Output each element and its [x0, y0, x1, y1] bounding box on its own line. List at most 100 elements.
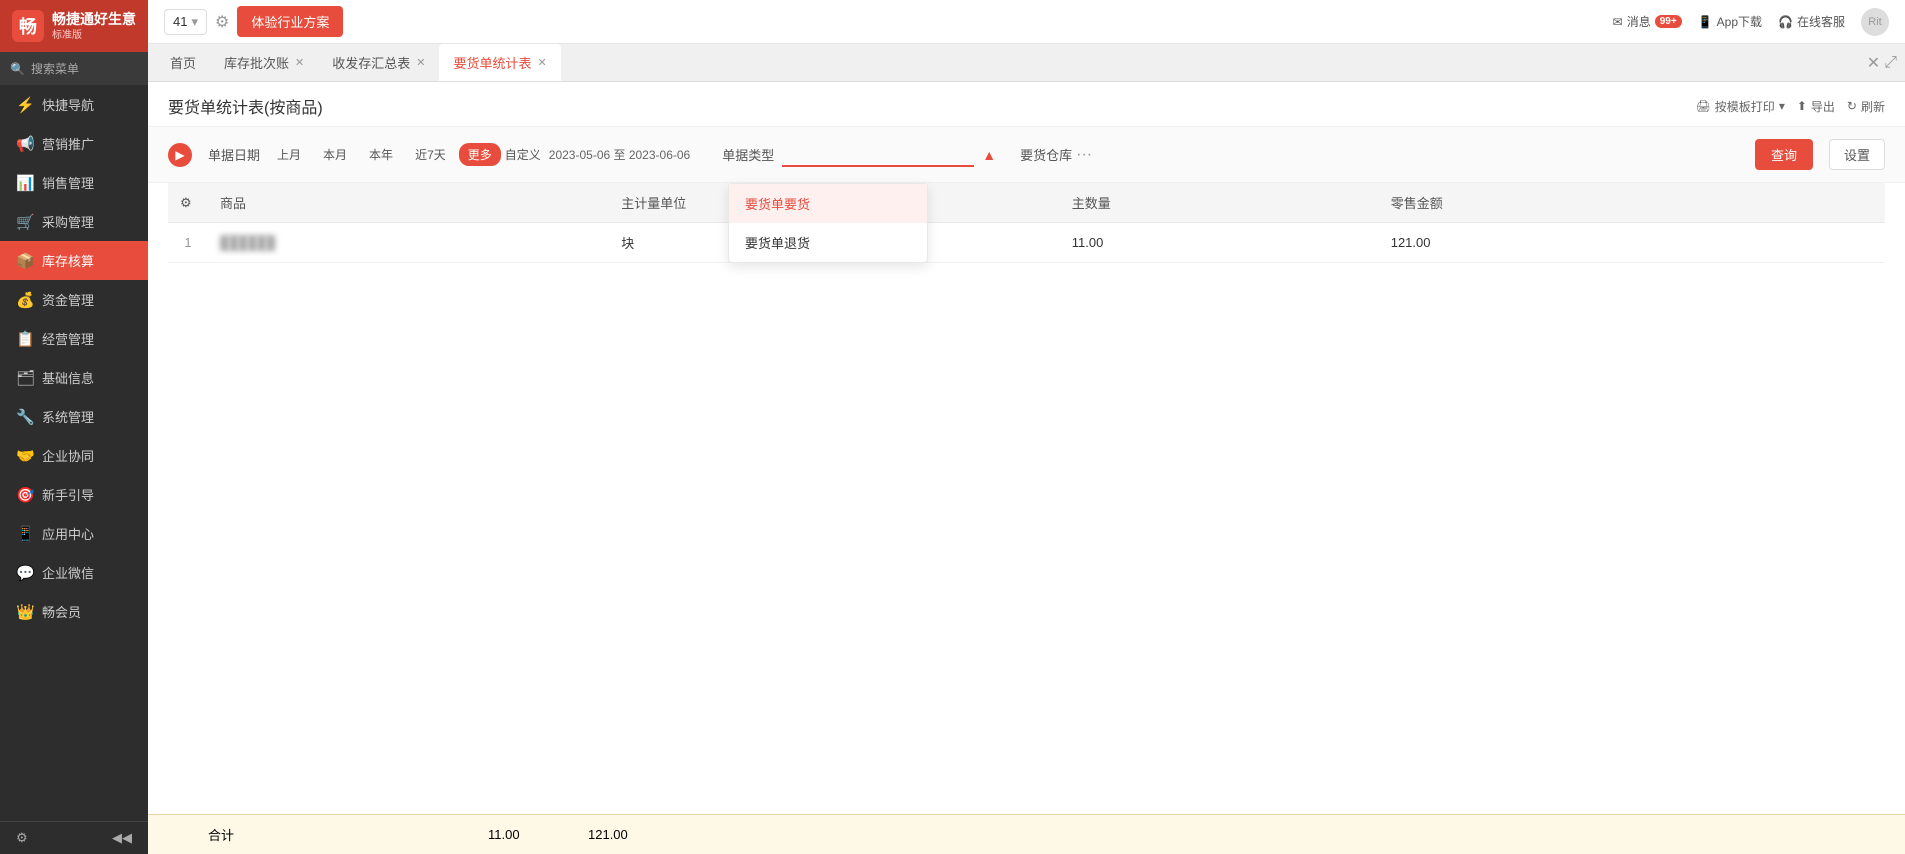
date-range-display: 2023-05-06 至 2023-06-06: [549, 146, 690, 163]
tab-home[interactable]: 首页: [156, 44, 210, 81]
sidebar-header: 畅 畅捷通好生意 标准版: [0, 0, 148, 52]
app-title: 畅捷通好生意 标准版: [52, 10, 136, 41]
quick-nav-icon: ⚡: [16, 96, 34, 114]
this-year-btn[interactable]: 本年: [360, 142, 402, 167]
top-bar: 41 ▾ ⚙ 体验行业方案 ✉ 消息 99+ 📱 App下载 🎧 在线客服 Ri…: [148, 0, 1905, 44]
tab-batch[interactable]: 库存批次账 ✕: [210, 44, 318, 81]
tab-home-label: 首页: [170, 53, 196, 72]
tab-order-stat-close[interactable]: ✕: [538, 56, 547, 69]
sidebar-item-app-center[interactable]: 📱 应用中心: [0, 514, 148, 553]
dropdown-item-order-goods[interactable]: 要货单要货: [729, 184, 927, 223]
sidebar-collapse-icon[interactable]: ◀◀: [112, 830, 132, 846]
app-download-btn[interactable]: 📱 App下载: [1698, 13, 1762, 30]
settings-row-btn[interactable]: 设置: [1829, 139, 1885, 170]
sidebar-item-member[interactable]: 👑 畅会员: [0, 592, 148, 631]
print-arrow-icon: ▾: [1779, 99, 1785, 113]
page-content: 要货单统计表(按商品) 🖨 按模板打印 ▾ ⬆ 导出 ↻ 刷新: [148, 82, 1905, 854]
last-month-btn[interactable]: 上月: [268, 142, 310, 167]
sidebar-item-label: 应用中心: [42, 524, 94, 543]
sidebar-item-enterprise[interactable]: 🤝 企业协同: [0, 436, 148, 475]
app-download-label: App下载: [1717, 13, 1762, 30]
type-filter-arrow-icon[interactable]: ▲: [982, 147, 996, 163]
cell-qty: 11.00: [1060, 223, 1379, 263]
th-settings[interactable]: ⚙: [168, 183, 208, 223]
column-settings-icon[interactable]: ⚙: [180, 195, 192, 210]
custom-date-btn[interactable]: 自定义: [505, 146, 541, 163]
basic-icon: 🗂: [16, 369, 34, 387]
sidebar-item-label: 经营管理: [42, 329, 94, 348]
sidebar-item-guide[interactable]: 🎯 新手引导: [0, 475, 148, 514]
tab-expand-icon[interactable]: ⤢: [1884, 54, 1897, 72]
sidebar-item-inventory[interactable]: 📦 库存核算: [0, 241, 148, 280]
tab-batch-close[interactable]: ✕: [295, 56, 304, 69]
print-icon: 🖨: [1696, 99, 1711, 113]
user-avatar[interactable]: Rit: [1861, 8, 1889, 36]
th-qty: 主数量: [1060, 183, 1379, 223]
warehouse-filter-group: 要货仓库 ···: [1020, 145, 1092, 164]
online-service-btn[interactable]: 🎧 在线客服: [1778, 13, 1845, 30]
app-center-icon: 📱: [16, 525, 34, 543]
sidebar-item-label: 库存核算: [42, 251, 94, 270]
refresh-btn[interactable]: ↻ 刷新: [1847, 98, 1885, 115]
filter-expand-btn[interactable]: ▶: [168, 143, 192, 167]
table-header: ⚙ 商品 主计量单位 主数量 零售金额: [168, 183, 1885, 223]
top-bar-left: 41 ▾ ⚙ 体验行业方案: [164, 6, 1601, 37]
tab-receive-close[interactable]: ✕: [416, 56, 425, 69]
sidebar-nav: ⚡ 快捷导航 📢 营销推广 📊 销售管理 🛒 采购管理 📦 库存核算 💰 资金管…: [0, 85, 148, 821]
sidebar-item-basic[interactable]: 🗂 基础信息: [0, 358, 148, 397]
operations-icon: 📋: [16, 330, 34, 348]
sidebar-item-quick-nav[interactable]: ⚡ 快捷导航: [0, 85, 148, 124]
service-icon: 🎧: [1778, 15, 1793, 29]
last-7-days-btn[interactable]: 近7天: [406, 142, 455, 167]
type-filter-input[interactable]: [782, 142, 974, 167]
sidebar-item-label: 畅会员: [42, 602, 81, 621]
member-icon: 👑: [16, 603, 34, 621]
refresh-icon: ↻: [1847, 99, 1857, 113]
more-dates-btn[interactable]: 更多: [459, 143, 501, 166]
sidebar-item-label: 资金管理: [42, 290, 94, 309]
app-logo: 畅: [12, 10, 44, 42]
tab-bar: 首页 库存批次账 ✕ 收发存汇总表 ✕ 要货单统计表 ✕ ✕ ⤢: [148, 44, 1905, 82]
sidebar-footer: ⚙ ◀◀: [0, 821, 148, 854]
avatar-placeholder: Rit: [1868, 16, 1881, 28]
sidebar-item-system[interactable]: 🔧 系统管理: [0, 397, 148, 436]
message-btn[interactable]: ✉ 消息 99+: [1613, 13, 1682, 30]
tab-batch-label: 库存批次账: [224, 53, 289, 72]
tab-close-all-icon[interactable]: ✕: [1867, 53, 1880, 73]
type-filter-label: 单据类型: [722, 145, 774, 164]
sidebar-item-label: 企业微信: [42, 563, 94, 582]
message-label: 消息: [1627, 13, 1651, 30]
top-bar-right: ✉ 消息 99+ 📱 App下载 🎧 在线客服 Rit: [1613, 8, 1889, 36]
message-icon: ✉: [1613, 15, 1623, 29]
tab-order-stat[interactable]: 要货单统计表 ✕: [439, 44, 560, 81]
sidebar-item-finance[interactable]: 💰 资金管理: [0, 280, 148, 319]
export-icon: ⬆: [1797, 99, 1807, 113]
sidebar-item-operations[interactable]: 📋 经营管理: [0, 319, 148, 358]
date-filter-group: 单据日期 上月 本月 本年 近7天 更多 自定义 2023-05-06 至 20…: [208, 142, 690, 167]
page-header: 要货单统计表(按商品) 🖨 按模板打印 ▾ ⬆ 导出 ↻ 刷新: [148, 82, 1905, 127]
dropdown-item-order-return[interactable]: 要货单退货: [729, 223, 927, 262]
query-btn[interactable]: 查询: [1755, 139, 1813, 170]
sidebar-item-sales[interactable]: 📊 销售管理: [0, 163, 148, 202]
sidebar-search[interactable]: 🔍 搜索菜单: [0, 52, 148, 85]
tab-order-stat-label: 要货单统计表: [453, 53, 531, 72]
sidebar-item-marketing[interactable]: 📢 营销推广: [0, 124, 148, 163]
export-btn[interactable]: ⬆ 导出: [1797, 98, 1835, 115]
this-month-btn[interactable]: 本月: [314, 142, 356, 167]
sidebar: 畅 畅捷通好生意 标准版 🔍 搜索菜单 ◀ ⚡ 快捷导航 📢 营销推广 📊 销售…: [0, 0, 148, 854]
warehouse-more-icon[interactable]: ···: [1076, 146, 1092, 164]
store-chevron-icon: ▾: [191, 14, 198, 30]
sidebar-item-wechat[interactable]: 💬 企业微信: [0, 553, 148, 592]
search-label: 搜索菜单: [31, 60, 79, 77]
tab-receive[interactable]: 收发存汇总表 ✕: [318, 44, 439, 81]
topbar-settings-icon[interactable]: ⚙: [215, 12, 229, 32]
marketing-icon: 📢: [16, 135, 34, 153]
sidebar-item-label: 企业协同: [42, 446, 94, 465]
sidebar-item-purchase[interactable]: 🛒 采购管理: [0, 202, 148, 241]
print-btn[interactable]: 🖨 按模板打印 ▾: [1696, 98, 1785, 115]
sidebar-settings-icon[interactable]: ⚙: [16, 830, 28, 846]
trial-btn[interactable]: 体验行业方案: [237, 6, 343, 37]
store-selector[interactable]: 41 ▾: [164, 9, 207, 35]
sales-icon: 📊: [16, 174, 34, 192]
sidebar-item-label: 采购管理: [42, 212, 94, 231]
